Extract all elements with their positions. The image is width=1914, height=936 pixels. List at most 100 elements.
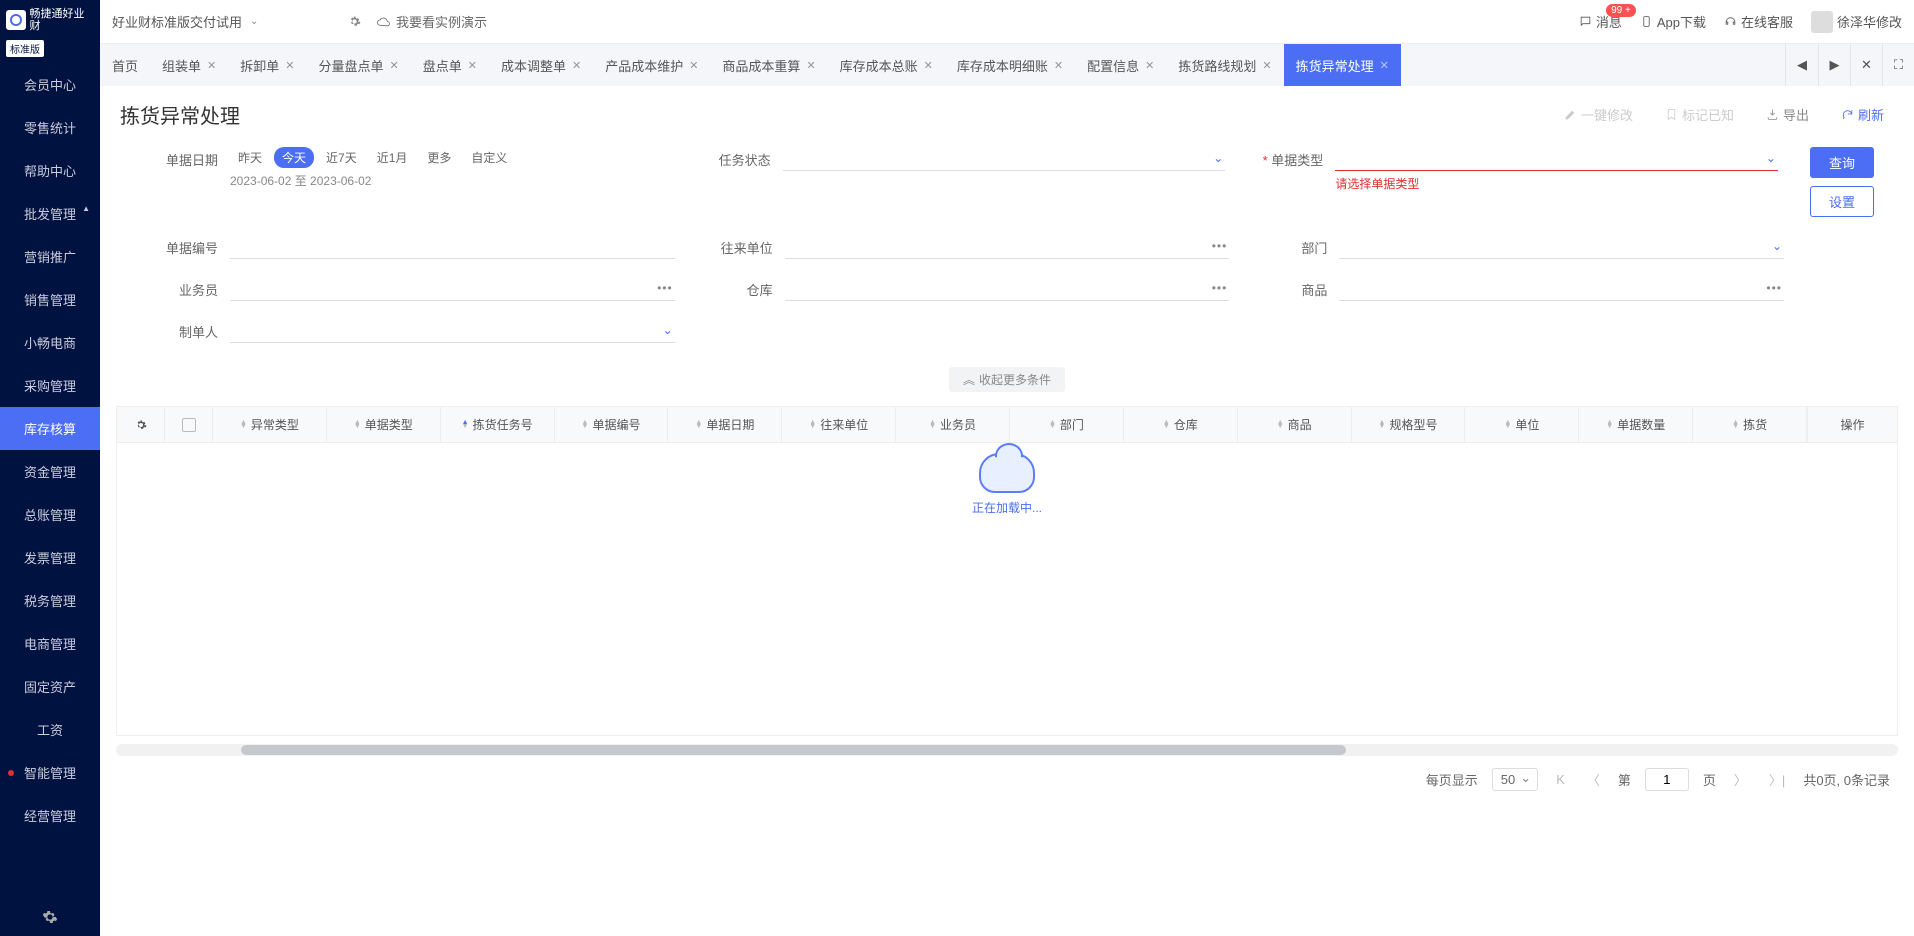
salesman-input[interactable] — [230, 277, 675, 301]
chevron-down-icon[interactable]: ⌄ — [1213, 151, 1223, 165]
first-page-button[interactable]: K — [1552, 772, 1569, 787]
tabs-prev-button[interactable]: ◀ — [1786, 44, 1818, 86]
tab[interactable]: 拆卸单✕ — [228, 44, 306, 86]
close-icon[interactable]: ✕ — [924, 59, 933, 72]
more-icon[interactable]: ••• — [657, 281, 673, 295]
close-icon[interactable]: ✕ — [1054, 59, 1063, 72]
tabs-fullscreen-button[interactable]: ⛶ — [1882, 44, 1914, 86]
messages-button[interactable]: 消息 99 + — [1579, 12, 1622, 31]
app-download-button[interactable]: App下载 — [1640, 12, 1706, 31]
sidebar-item[interactable]: 电商管理 — [0, 622, 100, 665]
task-status-select[interactable] — [783, 147, 1226, 171]
close-icon[interactable]: ✕ — [572, 59, 581, 72]
sidebar-item[interactable]: 固定资产 — [0, 665, 100, 708]
date-quick-option[interactable]: 昨天 — [230, 147, 270, 168]
table-column-header[interactable]: ▲▼单位 — [1465, 407, 1579, 442]
date-quick-option[interactable]: 近1月 — [369, 147, 416, 168]
sidebar-item[interactable]: 采购管理 — [0, 364, 100, 407]
close-icon[interactable]: ✕ — [207, 59, 216, 72]
refresh-button[interactable]: 刷新 — [1831, 100, 1894, 129]
dept-select[interactable] — [1339, 235, 1784, 259]
creator-select[interactable] — [230, 319, 675, 343]
scrollbar-thumb[interactable] — [241, 745, 1346, 755]
sidebar-item[interactable]: 库存核算 — [0, 407, 100, 450]
close-icon[interactable]: ✕ — [390, 59, 399, 72]
tab[interactable]: 库存成本总账✕ — [828, 44, 945, 86]
doc-no-input[interactable] — [230, 235, 675, 259]
table-column-header[interactable]: ▲▼部门 — [1010, 407, 1124, 442]
tab[interactable]: 盘点单✕ — [411, 44, 489, 86]
table-column-header[interactable]: ▲▼业务员 — [896, 407, 1010, 442]
tab[interactable]: 首页 — [100, 44, 150, 86]
sidebar-item[interactable]: 会员中心 — [0, 63, 100, 106]
product-selector[interactable]: 好业财标准版交付试用 ⌄ — [112, 12, 332, 31]
more-icon[interactable]: ••• — [1766, 281, 1782, 295]
more-icon[interactable]: ••• — [1212, 239, 1228, 253]
table-column-header[interactable]: ▲▼仓库 — [1124, 407, 1238, 442]
table-column-header[interactable]: ▲▼单据日期 — [668, 407, 782, 442]
tab[interactable]: 分量盘点单✕ — [306, 44, 410, 86]
next-page-button[interactable]: 〉 — [1730, 770, 1751, 789]
table-column-header[interactable]: ▲▼单据类型 — [327, 407, 441, 442]
close-icon[interactable]: ✕ — [285, 59, 294, 72]
close-icon[interactable]: ✕ — [1262, 59, 1271, 72]
tab[interactable]: 配置信息✕ — [1075, 44, 1166, 86]
tab[interactable]: 拣货异常处理✕ — [1284, 44, 1401, 86]
sidebar-settings[interactable] — [0, 899, 100, 936]
tab[interactable]: 库存成本明细账✕ — [945, 44, 1075, 86]
table-column-header[interactable]: ▲▼规格型号 — [1352, 407, 1466, 442]
close-icon[interactable]: ✕ — [1145, 59, 1154, 72]
date-quick-option[interactable]: 近7天 — [318, 147, 365, 168]
doc-type-select[interactable] — [1335, 147, 1778, 171]
chevron-down-icon[interactable]: ⌄ — [1772, 239, 1782, 253]
close-icon[interactable]: ✕ — [806, 59, 815, 72]
query-button[interactable]: 查询 — [1810, 147, 1874, 178]
sidebar-item[interactable]: 小畅电商 — [0, 321, 100, 364]
demo-link[interactable]: 我要看实例演示 — [377, 12, 487, 31]
settings-button[interactable]: 设置 — [1810, 186, 1874, 217]
sidebar-item[interactable]: 智能管理 — [0, 751, 100, 794]
table-column-header[interactable]: ▲▼拣货 — [1693, 407, 1807, 442]
select-all-checkbox[interactable] — [165, 407, 213, 442]
table-column-header[interactable]: ▲▼异常类型 — [213, 407, 327, 442]
tab[interactable]: 组装单✕ — [150, 44, 228, 86]
page-input[interactable] — [1645, 768, 1689, 791]
last-page-button[interactable]: 〉| — [1765, 770, 1789, 789]
tabs-next-button[interactable]: ▶ — [1818, 44, 1850, 86]
sidebar-item[interactable]: 营销推广 — [0, 235, 100, 278]
sidebar-item[interactable]: 税务管理 — [0, 579, 100, 622]
tab[interactable]: 成本调整单✕ — [489, 44, 593, 86]
tabs-close-button[interactable]: ✕ — [1850, 44, 1882, 86]
table-column-header[interactable]: ▲▼往来单位 — [782, 407, 896, 442]
date-quick-option[interactable]: 今天 — [274, 147, 314, 168]
sidebar-item[interactable]: 发票管理 — [0, 536, 100, 579]
more-icon[interactable]: ••• — [1212, 281, 1228, 295]
date-quick-option[interactable]: 自定义 — [463, 147, 515, 168]
close-icon[interactable]: ✕ — [468, 59, 477, 72]
chevron-down-icon[interactable]: ⌄ — [663, 323, 673, 337]
close-icon[interactable]: ✕ — [1380, 59, 1389, 72]
partner-input[interactable] — [785, 235, 1230, 259]
tab[interactable]: 产品成本维护✕ — [593, 44, 710, 86]
product-input[interactable] — [1339, 277, 1784, 301]
sidebar-item[interactable]: 资金管理 — [0, 450, 100, 493]
sidebar-item[interactable]: 帮助中心 — [0, 149, 100, 192]
table-column-header[interactable]: ▲▼商品 — [1238, 407, 1352, 442]
page-size-select[interactable]: 50 — [1492, 768, 1538, 791]
warehouse-input[interactable] — [785, 277, 1230, 301]
settings-icon[interactable] — [348, 14, 361, 29]
chevron-down-icon[interactable]: ⌄ — [1766, 151, 1776, 165]
table-column-header[interactable]: ▲▼单据编号 — [555, 407, 669, 442]
tab[interactable]: 拣货路线规划✕ — [1166, 44, 1283, 86]
prev-page-button[interactable]: 〈 — [1583, 770, 1604, 789]
close-icon[interactable]: ✕ — [689, 59, 698, 72]
sidebar-item[interactable]: 经营管理 — [0, 794, 100, 837]
sidebar-item[interactable]: 零售统计 — [0, 106, 100, 149]
sidebar-item[interactable]: 总账管理 — [0, 493, 100, 536]
table-column-header[interactable]: ▲▼拣货任务号 — [441, 407, 555, 442]
sidebar-item[interactable]: 销售管理 — [0, 278, 100, 321]
user-menu[interactable]: 徐泽华修改 — [1811, 11, 1902, 33]
horizontal-scrollbar[interactable] — [116, 744, 1898, 756]
tab[interactable]: 商品成本重算✕ — [710, 44, 827, 86]
date-quick-option[interactable]: 更多 — [419, 147, 459, 168]
